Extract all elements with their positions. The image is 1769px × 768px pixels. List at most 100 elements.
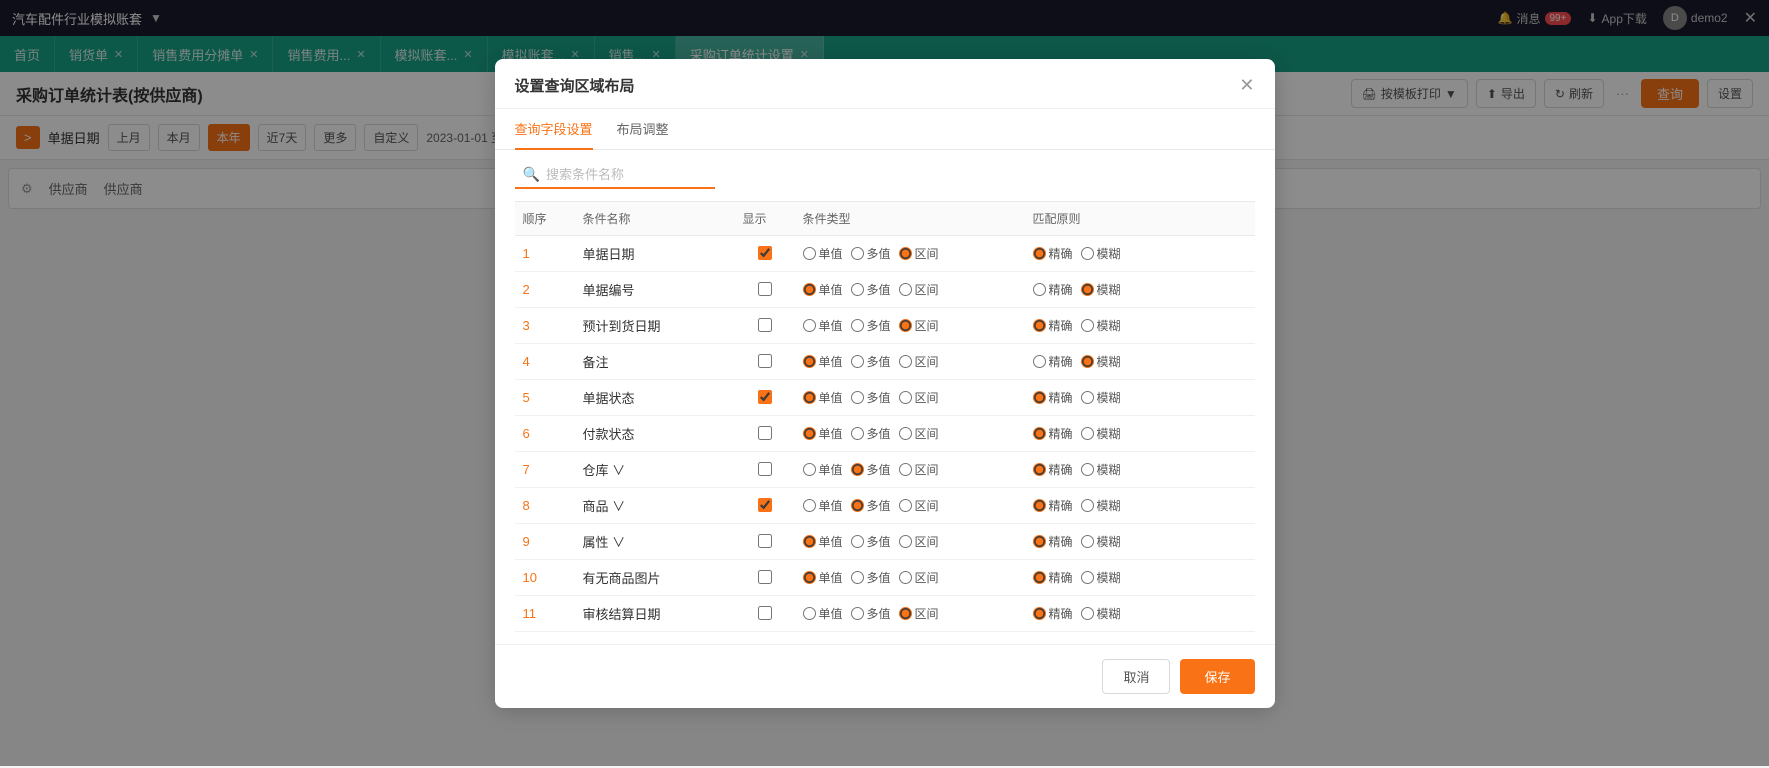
type-radio-2[interactable] bbox=[899, 319, 912, 332]
display-checkbox[interactable] bbox=[758, 498, 772, 512]
type-radio-2[interactable] bbox=[899, 607, 912, 620]
type-radio-0[interactable] bbox=[803, 247, 816, 260]
type-radio-0[interactable] bbox=[803, 535, 816, 548]
type-radio-item-1[interactable]: 多值 bbox=[851, 281, 891, 298]
display-checkbox[interactable] bbox=[758, 534, 772, 548]
type-radio-item-0[interactable]: 单值 bbox=[803, 425, 843, 442]
type-radio-1[interactable] bbox=[851, 355, 864, 368]
type-radio-item-2[interactable]: 区间 bbox=[899, 497, 939, 514]
type-radio-item-2[interactable]: 区间 bbox=[899, 317, 939, 334]
match-radio-0[interactable] bbox=[1033, 535, 1046, 548]
match-radio-1[interactable] bbox=[1081, 319, 1094, 332]
type-radio-item-2[interactable]: 区间 bbox=[899, 461, 939, 478]
match-radio-item-0[interactable]: 精确 bbox=[1033, 389, 1073, 406]
type-radio-item-2[interactable]: 区间 bbox=[899, 425, 939, 442]
match-radio-1[interactable] bbox=[1081, 391, 1094, 404]
display-checkbox[interactable] bbox=[758, 390, 772, 404]
match-radio-item-1[interactable]: 模糊 bbox=[1081, 605, 1121, 622]
type-radio-item-2[interactable]: 区间 bbox=[899, 353, 939, 370]
match-radio-item-0[interactable]: 精确 bbox=[1033, 317, 1073, 334]
type-radio-2[interactable] bbox=[899, 535, 912, 548]
cancel-button[interactable]: 取消 bbox=[1102, 659, 1170, 694]
type-radio-item-2[interactable]: 区间 bbox=[899, 533, 939, 550]
match-radio-item-1[interactable]: 模糊 bbox=[1081, 569, 1121, 586]
match-radio-item-1[interactable]: 模糊 bbox=[1081, 281, 1121, 298]
match-radio-0[interactable] bbox=[1033, 355, 1046, 368]
type-radio-1[interactable] bbox=[851, 535, 864, 548]
match-radio-1[interactable] bbox=[1081, 247, 1094, 260]
match-radio-item-0[interactable]: 精确 bbox=[1033, 353, 1073, 370]
type-radio-item-1[interactable]: 多值 bbox=[851, 461, 891, 478]
match-radio-item-0[interactable]: 精确 bbox=[1033, 281, 1073, 298]
match-radio-1[interactable] bbox=[1081, 355, 1094, 368]
match-radio-1[interactable] bbox=[1081, 535, 1094, 548]
tab-layout[interactable]: 布局调整 bbox=[617, 109, 669, 150]
match-radio-1[interactable] bbox=[1081, 571, 1094, 584]
type-radio-0[interactable] bbox=[803, 607, 816, 620]
type-radio-1[interactable] bbox=[851, 463, 864, 476]
match-radio-0[interactable] bbox=[1033, 247, 1046, 260]
match-radio-0[interactable] bbox=[1033, 427, 1046, 440]
match-radio-item-1[interactable]: 模糊 bbox=[1081, 497, 1121, 514]
type-radio-item-0[interactable]: 单值 bbox=[803, 533, 843, 550]
match-radio-0[interactable] bbox=[1033, 283, 1046, 296]
type-radio-item-2[interactable]: 区间 bbox=[899, 605, 939, 622]
type-radio-item-1[interactable]: 多值 bbox=[851, 317, 891, 334]
match-radio-1[interactable] bbox=[1081, 607, 1094, 620]
type-radio-1[interactable] bbox=[851, 427, 864, 440]
type-radio-0[interactable] bbox=[803, 319, 816, 332]
display-checkbox[interactable] bbox=[758, 426, 772, 440]
type-radio-item-0[interactable]: 单值 bbox=[803, 245, 843, 262]
type-radio-0[interactable] bbox=[803, 355, 816, 368]
type-radio-0[interactable] bbox=[803, 571, 816, 584]
match-radio-item-0[interactable]: 精确 bbox=[1033, 533, 1073, 550]
match-radio-0[interactable] bbox=[1033, 499, 1046, 512]
type-radio-2[interactable] bbox=[899, 283, 912, 296]
display-checkbox[interactable] bbox=[758, 354, 772, 368]
type-radio-item-1[interactable]: 多值 bbox=[851, 605, 891, 622]
match-radio-item-1[interactable]: 模糊 bbox=[1081, 461, 1121, 478]
match-radio-item-1[interactable]: 模糊 bbox=[1081, 317, 1121, 334]
save-button[interactable]: 保存 bbox=[1180, 659, 1254, 694]
display-checkbox[interactable] bbox=[758, 570, 772, 584]
type-radio-item-1[interactable]: 多值 bbox=[851, 353, 891, 370]
match-radio-0[interactable] bbox=[1033, 571, 1046, 584]
type-radio-item-0[interactable]: 单值 bbox=[803, 353, 843, 370]
match-radio-0[interactable] bbox=[1033, 391, 1046, 404]
type-radio-item-1[interactable]: 多值 bbox=[851, 389, 891, 406]
type-radio-1[interactable] bbox=[851, 607, 864, 620]
match-radio-item-1[interactable]: 模糊 bbox=[1081, 425, 1121, 442]
type-radio-0[interactable] bbox=[803, 499, 816, 512]
match-radio-0[interactable] bbox=[1033, 607, 1046, 620]
type-radio-item-0[interactable]: 单值 bbox=[803, 389, 843, 406]
type-radio-item-2[interactable]: 区间 bbox=[899, 569, 939, 586]
display-checkbox[interactable] bbox=[758, 462, 772, 476]
match-radio-item-1[interactable]: 模糊 bbox=[1081, 245, 1121, 262]
type-radio-item-0[interactable]: 单值 bbox=[803, 569, 843, 586]
type-radio-2[interactable] bbox=[899, 463, 912, 476]
match-radio-item-0[interactable]: 精确 bbox=[1033, 569, 1073, 586]
type-radio-2[interactable] bbox=[899, 355, 912, 368]
type-radio-1[interactable] bbox=[851, 319, 864, 332]
type-radio-item-2[interactable]: 区间 bbox=[899, 389, 939, 406]
type-radio-item-1[interactable]: 多值 bbox=[851, 245, 891, 262]
search-input[interactable] bbox=[546, 167, 706, 182]
type-radio-item-1[interactable]: 多值 bbox=[851, 425, 891, 442]
type-radio-1[interactable] bbox=[851, 571, 864, 584]
type-radio-1[interactable] bbox=[851, 283, 864, 296]
type-radio-item-0[interactable]: 单值 bbox=[803, 317, 843, 334]
type-radio-item-2[interactable]: 区间 bbox=[899, 245, 939, 262]
type-radio-item-0[interactable]: 单值 bbox=[803, 497, 843, 514]
type-radio-item-1[interactable]: 多值 bbox=[851, 569, 891, 586]
type-radio-item-2[interactable]: 区间 bbox=[899, 281, 939, 298]
dialog-close-button[interactable]: ✕ bbox=[1239, 76, 1254, 94]
type-radio-item-0[interactable]: 单值 bbox=[803, 281, 843, 298]
type-radio-0[interactable] bbox=[803, 283, 816, 296]
type-radio-2[interactable] bbox=[899, 499, 912, 512]
display-checkbox[interactable] bbox=[758, 606, 772, 620]
type-radio-0[interactable] bbox=[803, 463, 816, 476]
display-checkbox[interactable] bbox=[758, 246, 772, 260]
type-radio-item-1[interactable]: 多值 bbox=[851, 497, 891, 514]
type-radio-2[interactable] bbox=[899, 391, 912, 404]
match-radio-1[interactable] bbox=[1081, 427, 1094, 440]
